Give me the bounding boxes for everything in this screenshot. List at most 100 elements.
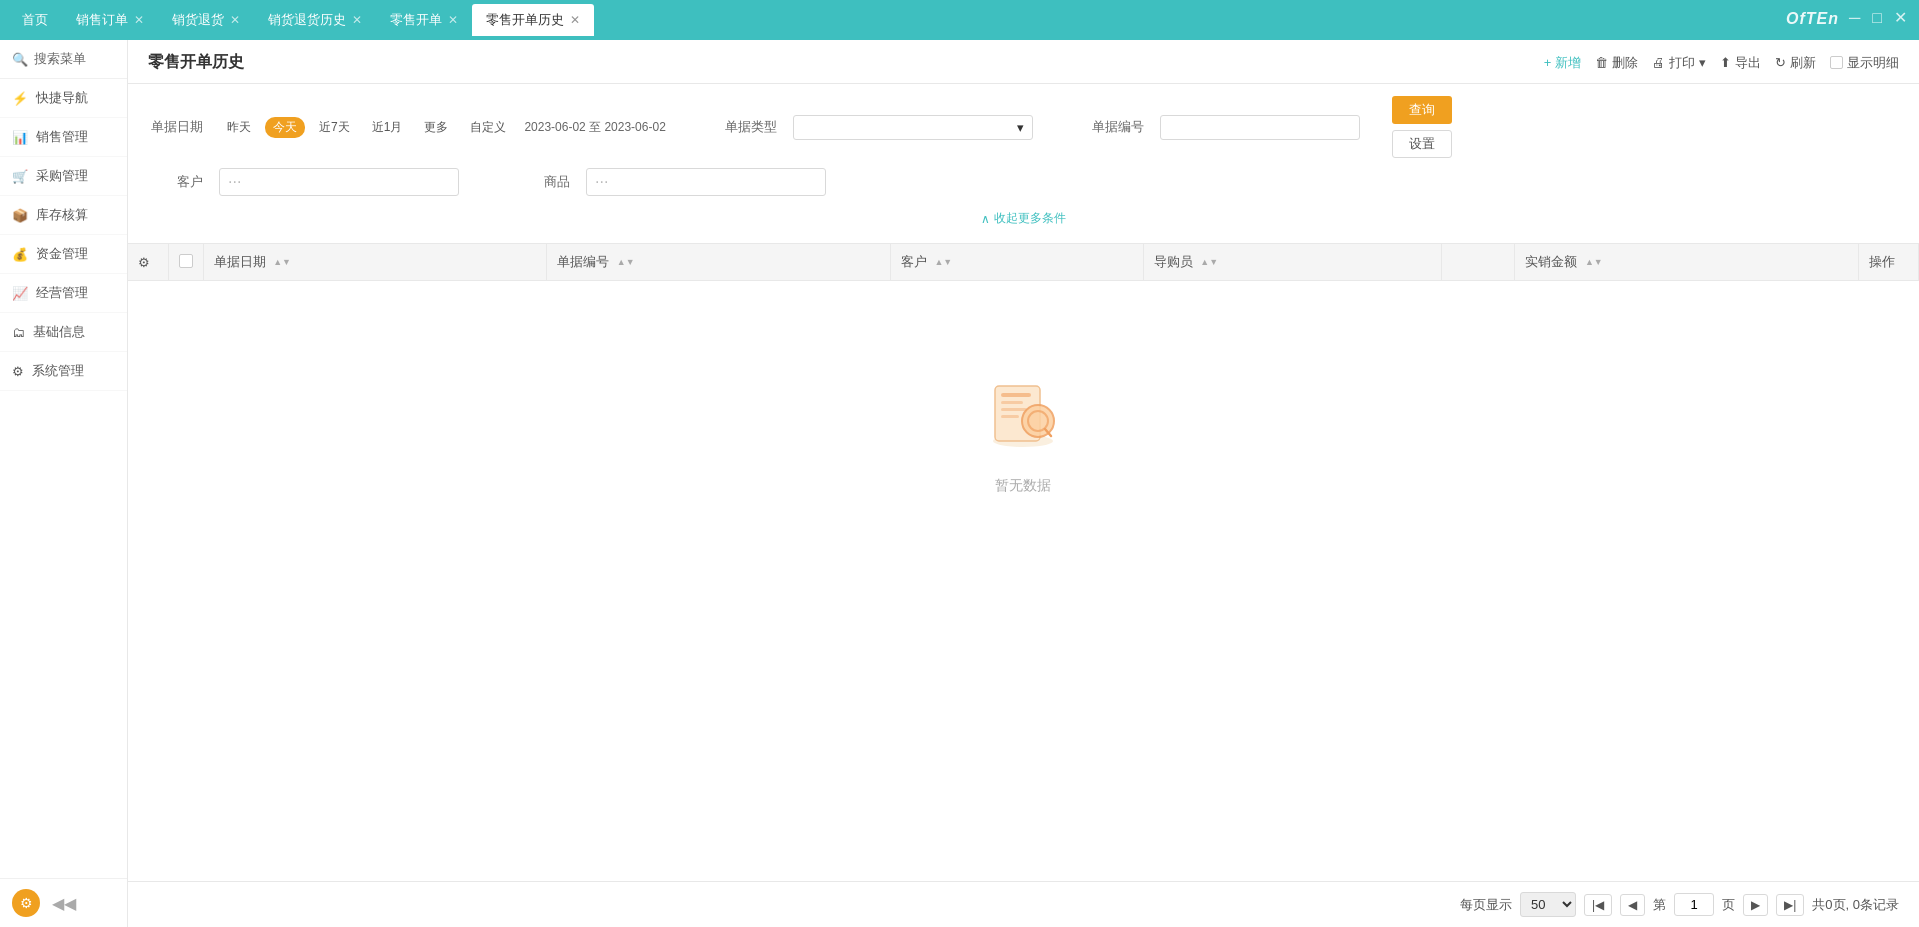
th-customer[interactable]: 客户 ▲▼ bbox=[890, 244, 1143, 281]
th-customer-sort-icon: ▲▼ bbox=[934, 258, 952, 267]
sidebar-item-sys-mgmt[interactable]: ⚙ 系统管理 bbox=[0, 352, 127, 391]
refresh-icon: ↻ bbox=[1775, 55, 1786, 70]
export-button[interactable]: ⬆ 导出 bbox=[1720, 54, 1761, 72]
next-page-button[interactable]: ▶ bbox=[1743, 894, 1768, 916]
order-no-filter-input[interactable] bbox=[1160, 115, 1360, 140]
tab-sales-return-close[interactable]: ✕ bbox=[230, 13, 240, 27]
tab-home[interactable]: 首页 bbox=[8, 4, 62, 36]
type-filter-arrow-icon: ▾ bbox=[1017, 120, 1024, 135]
tab-retail-open[interactable]: 零售开单 ✕ bbox=[376, 4, 472, 36]
type-filter-label: 单据类型 bbox=[722, 118, 777, 136]
th-amount[interactable]: 实销金额 ▲▼ bbox=[1515, 244, 1859, 281]
sidebar-item-operations[interactable]: 📈 经营管理 bbox=[0, 274, 127, 313]
th-settings[interactable]: ⚙ bbox=[128, 244, 168, 281]
query-button[interactable]: 查询 bbox=[1392, 96, 1452, 124]
filter-settings-button[interactable]: 设置 bbox=[1392, 130, 1452, 158]
collapse-filter-button[interactable]: ∧ 收起更多条件 bbox=[148, 206, 1899, 231]
data-table: ⚙ 单据日期 ▲▼ 单据编号 ▲▼ bbox=[128, 244, 1919, 575]
th-date[interactable]: 单据日期 ▲▼ bbox=[203, 244, 547, 281]
show-detail-toggle[interactable]: 显示明细 bbox=[1830, 54, 1899, 72]
page-size-label: 每页显示 bbox=[1460, 896, 1512, 914]
show-detail-checkbox[interactable] bbox=[1830, 56, 1843, 69]
empty-state: 暂无数据 bbox=[128, 281, 1919, 575]
sidebar-item-inventory[interactable]: 📦 库存核算 bbox=[0, 196, 127, 235]
sidebar-item-purchase-mgmt[interactable]: 🛒 采购管理 bbox=[0, 157, 127, 196]
sidebar-item-base-info[interactable]: 🗂 基础信息 bbox=[0, 313, 127, 352]
svg-rect-2 bbox=[1001, 393, 1031, 397]
refresh-label: 刷新 bbox=[1790, 54, 1816, 72]
table-settings-icon[interactable]: ⚙ bbox=[138, 255, 150, 270]
date-more-btn[interactable]: 更多 bbox=[416, 117, 456, 138]
tab-sales-return[interactable]: 销货退货 ✕ bbox=[158, 4, 254, 36]
first-page-button[interactable]: |◀ bbox=[1584, 894, 1612, 916]
sidebar: 🔍 搜索菜单 ⚡ 快捷导航 📊 销售管理 🛒 采购管理 📦 库存核算 💰 资金管… bbox=[0, 40, 128, 927]
customer-filter-label: 客户 bbox=[148, 173, 203, 191]
date-range-display: 2023-06-02 至 2023-06-02 bbox=[524, 119, 665, 136]
th-salesperson-sort-icon: ▲▼ bbox=[1200, 258, 1218, 267]
tab-retail-open-label: 零售开单 bbox=[390, 11, 442, 29]
th-date-label: 单据日期 bbox=[214, 254, 266, 269]
th-date-sort-icon: ▲▼ bbox=[273, 258, 291, 267]
sidebar-item-inventory-label: 库存核算 bbox=[36, 206, 88, 224]
add-button[interactable]: + 新增 bbox=[1544, 54, 1581, 72]
close-button[interactable]: ✕ bbox=[1894, 8, 1907, 27]
sidebar-item-sales-mgmt[interactable]: 📊 销售管理 bbox=[0, 118, 127, 157]
date-yesterday-btn[interactable]: 昨天 bbox=[219, 117, 259, 138]
date-custom-btn[interactable]: 自定义 bbox=[462, 117, 514, 138]
sidebar-item-operations-label: 经营管理 bbox=[36, 284, 88, 302]
sidebar-search[interactable]: 🔍 搜索菜单 bbox=[0, 40, 127, 79]
th-salesperson[interactable]: 导购员 ▲▼ bbox=[1143, 244, 1441, 281]
print-button[interactable]: 🖨 打印 ▾ bbox=[1652, 54, 1706, 72]
sidebar-item-finance[interactable]: 💰 资金管理 bbox=[0, 235, 127, 274]
date-today-btn[interactable]: 今天 bbox=[265, 117, 305, 138]
customer-input-placeholder: ··· bbox=[228, 173, 241, 191]
tab-retail-open-history[interactable]: 零售开单历史 ✕ bbox=[472, 4, 594, 36]
maximize-button[interactable]: □ bbox=[1872, 9, 1882, 27]
tab-sales-order[interactable]: 销售订单 ✕ bbox=[62, 4, 158, 36]
order-no-filter-label: 单据编号 bbox=[1089, 118, 1144, 136]
goods-filter-input[interactable]: ··· bbox=[586, 168, 826, 196]
th-customer-label: 客户 bbox=[901, 254, 927, 269]
customer-filter-input[interactable]: ··· bbox=[219, 168, 459, 196]
th-order-no[interactable]: 单据编号 ▲▼ bbox=[547, 244, 891, 281]
refresh-button[interactable]: ↻ 刷新 bbox=[1775, 54, 1816, 72]
filter-row-1: 单据日期 昨天 今天 近7天 近1月 更多 自定义 2023-06-02 至 2… bbox=[148, 96, 1899, 158]
sales-mgmt-icon: 📊 bbox=[12, 130, 28, 145]
page-size-select[interactable]: 50 10 20 100 bbox=[1520, 892, 1576, 917]
tab-sales-return-history-close[interactable]: ✕ bbox=[352, 13, 362, 27]
sidebar-item-quick-nav[interactable]: ⚡ 快捷导航 bbox=[0, 79, 127, 118]
collapse-icon: ∧ bbox=[981, 212, 990, 226]
tab-sales-order-close[interactable]: ✕ bbox=[134, 13, 144, 27]
sidebar-item-base-info-label: 基础信息 bbox=[33, 323, 85, 341]
date-filter-label: 单据日期 bbox=[148, 118, 203, 136]
toolbar: + 新增 🗑 删除 🖨 打印 ▾ ⬆ 导出 ↻ 刷新 bbox=[1544, 54, 1899, 72]
tab-retail-open-close[interactable]: ✕ bbox=[448, 13, 458, 27]
minimize-button[interactable]: ─ bbox=[1849, 9, 1860, 27]
tab-sales-order-label: 销售订单 bbox=[76, 11, 128, 29]
delete-button[interactable]: 🗑 删除 bbox=[1595, 54, 1638, 72]
date-last1m-btn[interactable]: 近1月 bbox=[364, 117, 411, 138]
type-filter-select[interactable]: ▾ bbox=[793, 115, 1033, 140]
table-body: 暂无数据 bbox=[128, 281, 1919, 576]
operations-icon: 📈 bbox=[12, 286, 28, 301]
empty-illustration bbox=[973, 361, 1073, 461]
settings-gear-button[interactable]: ⚙ bbox=[12, 889, 40, 917]
sidebar-item-purchase-mgmt-label: 采购管理 bbox=[36, 167, 88, 185]
th-amount-sort-icon: ▲▼ bbox=[1585, 258, 1603, 267]
page-number-input[interactable] bbox=[1674, 893, 1714, 916]
tab-sales-return-history[interactable]: 销货退货历史 ✕ bbox=[254, 4, 376, 36]
sidebar-collapse-button[interactable]: ◀◀ bbox=[52, 894, 76, 913]
content-area: 零售开单历史 + 新增 🗑 删除 🖨 打印 ▾ ⬆ 导出 ↻ bbox=[128, 40, 1919, 927]
th-ops: 操作 bbox=[1859, 244, 1919, 281]
tab-retail-open-history-close[interactable]: ✕ bbox=[570, 13, 580, 27]
prev-page-button[interactable]: ◀ bbox=[1620, 894, 1645, 916]
filter-row-2: 客户 ··· 商品 ··· bbox=[148, 168, 1899, 196]
print-label: 打印 bbox=[1669, 54, 1695, 72]
goods-filter-label: 商品 bbox=[515, 173, 570, 191]
table-header-row: ⚙ 单据日期 ▲▼ 单据编号 ▲▼ bbox=[128, 244, 1919, 281]
date-last7-btn[interactable]: 近7天 bbox=[311, 117, 358, 138]
select-all-checkbox[interactable] bbox=[179, 254, 193, 268]
last-page-button[interactable]: ▶| bbox=[1776, 894, 1804, 916]
search-icon: 🔍 bbox=[12, 52, 28, 67]
goods-input-placeholder: ··· bbox=[595, 173, 608, 191]
